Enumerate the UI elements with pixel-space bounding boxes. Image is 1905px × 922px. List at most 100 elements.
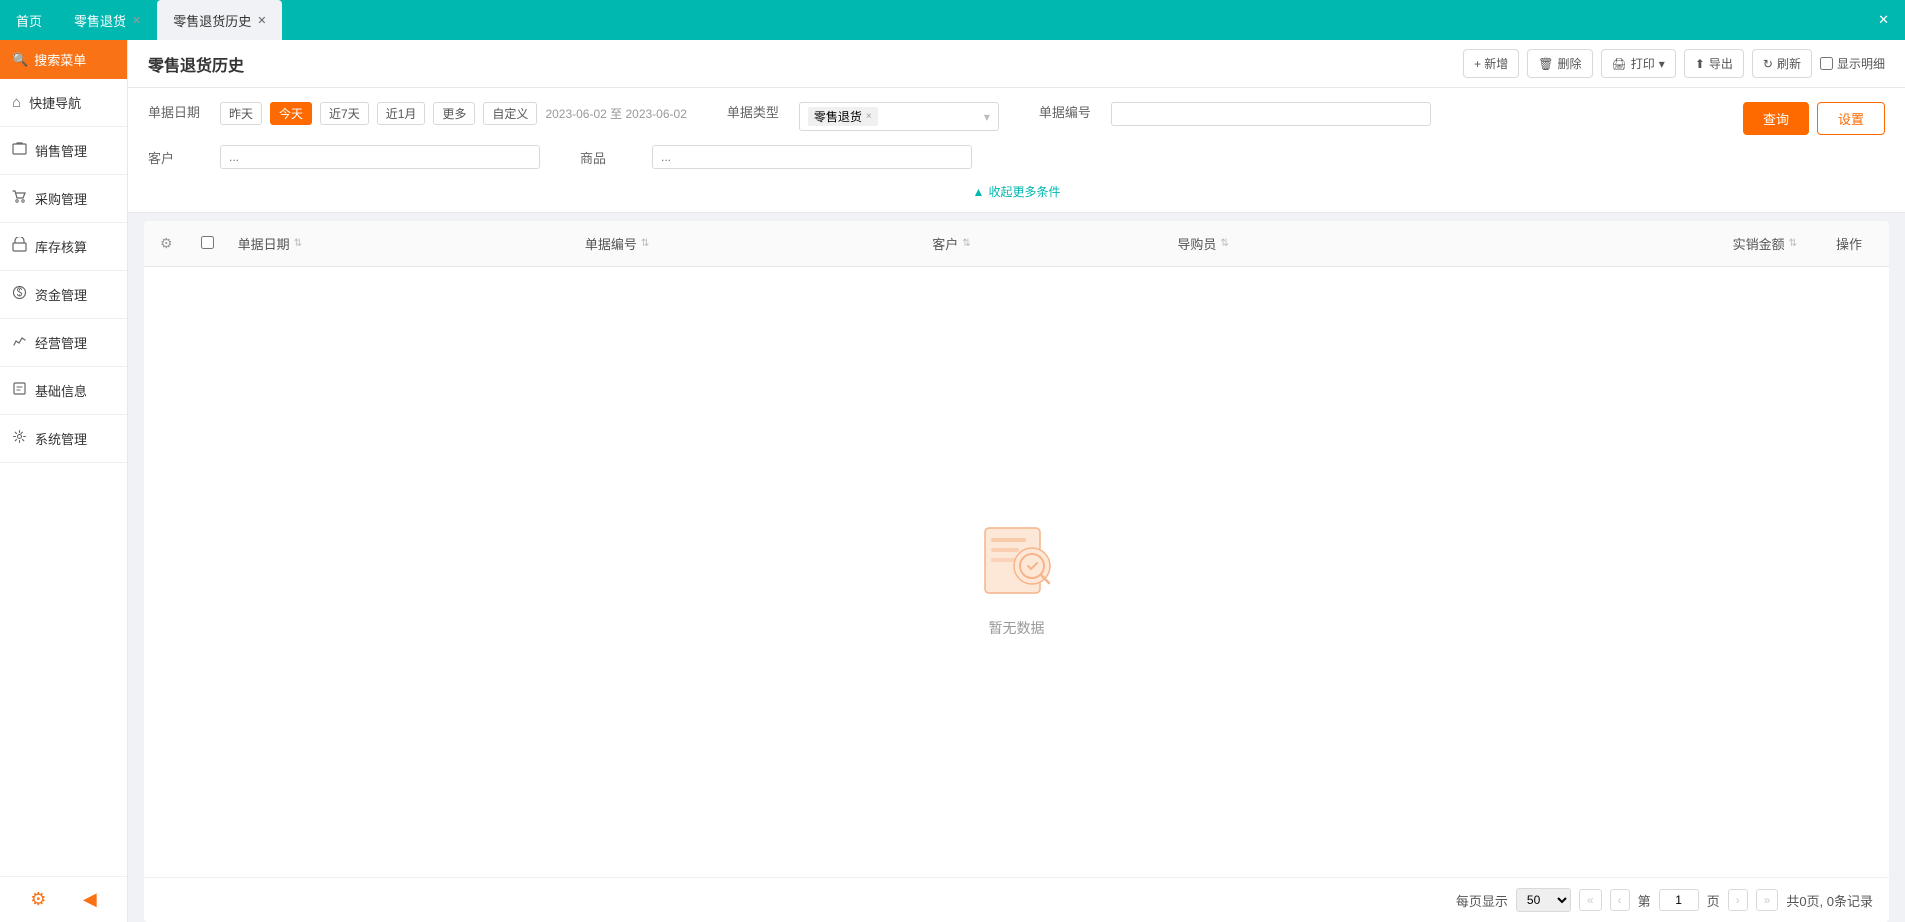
sidebar-search[interactable]: 🔍 搜索菜单 — [0, 40, 127, 79]
empty-icon — [967, 506, 1067, 606]
th-settings: ⚙ — [144, 221, 189, 267]
date-btn-more[interactable]: 更多 — [433, 102, 475, 125]
th-guide: 导购员 ⇅ — [1165, 221, 1461, 267]
sort-docno-icon: ⇅ — [641, 238, 649, 249]
show-detail-input[interactable] — [1820, 57, 1833, 70]
settings-button[interactable]: 设置 — [1817, 102, 1885, 135]
first-page-btn[interactable]: « — [1579, 889, 1602, 911]
goods-filter-input[interactable] — [652, 145, 972, 169]
next-page-btn[interactable]: › — [1728, 889, 1748, 911]
sort-docno-btn[interactable]: 单据编号 ⇅ — [585, 234, 908, 253]
show-detail-checkbox[interactable]: 显示明细 — [1820, 55, 1885, 72]
sidebar-item-finance[interactable]: 资金管理 — [0, 271, 127, 319]
sort-amount-btn[interactable]: 实销金额 ⇅ — [1474, 234, 1797, 253]
sidebar-item-basic-info[interactable]: 基础信息 — [0, 367, 127, 415]
last-page-btn[interactable]: » — [1756, 889, 1779, 911]
type-filter-select[interactable]: 零售退货 × ▾ — [799, 102, 999, 131]
export-button[interactable]: ⬆ 导出 — [1684, 49, 1744, 78]
tab-close-retail-return-history[interactable]: ✕ — [257, 14, 266, 27]
customer-filter-label: 客户 — [148, 148, 204, 167]
print-button[interactable]: 🖨 打印 ▾ — [1601, 49, 1676, 78]
empty-state: 暂无数据 — [144, 267, 1889, 877]
sort-date-icon: ⇅ — [294, 238, 302, 249]
th-docno: 单据编号 ⇅ — [573, 221, 920, 267]
inventory-icon — [12, 237, 27, 256]
page-number-input[interactable] — [1659, 889, 1699, 911]
sales-icon — [12, 141, 27, 160]
sort-guide-btn[interactable]: 导购员 ⇅ — [1177, 234, 1449, 253]
tab-close-retail-return[interactable]: ✕ — [132, 14, 141, 27]
th-checkbox — [189, 221, 226, 267]
sidebar-bottom: ⚙ ◀ — [0, 876, 127, 922]
type-tag: 零售退货 × — [808, 107, 878, 126]
tab-retail-return[interactable]: 零售退货 ✕ — [58, 0, 157, 40]
sort-guide-icon: ⇅ — [1220, 238, 1228, 249]
basic-info-icon — [12, 381, 27, 400]
sidebar-item-sales[interactable]: 销售管理 — [0, 127, 127, 175]
home-icon: ⌂ — [12, 94, 21, 111]
sidebar-item-purchase[interactable]: 采购管理 — [0, 175, 127, 223]
system-icon — [12, 429, 27, 448]
date-btn-yesterday[interactable]: 昨天 — [220, 102, 262, 125]
sidebar-item-system[interactable]: 系统管理 — [0, 415, 127, 463]
tab-home[interactable]: 首页 — [0, 0, 58, 40]
print-dropdown-icon: ▾ — [1659, 57, 1665, 71]
date-filter-label: 单据日期 — [148, 102, 204, 121]
query-button[interactable]: 查询 — [1743, 102, 1809, 135]
th-customer: 客户 ⇅ — [920, 221, 1165, 267]
sidebar-settings-icon[interactable]: ⚙ — [30, 889, 46, 910]
th-date: 单据日期 ⇅ — [226, 221, 573, 267]
date-btn-last7[interactable]: 近7天 — [320, 102, 369, 125]
date-btn-last1month[interactable]: 近1月 — [377, 102, 426, 125]
total-info: 共0页, 0条记录 — [1786, 891, 1873, 910]
date-btn-custom[interactable]: 自定义 — [483, 102, 537, 125]
finance-icon — [12, 285, 27, 304]
table-header-row: ⚙ 单据日期 ⇅ — [144, 221, 1889, 267]
content-area: 零售退货历史 + 新增 🗑 删除 🖨 打印 ▾ ⬆ 导出 — [128, 40, 1905, 922]
topbar-window-close[interactable]: ✕ — [1878, 12, 1905, 28]
sort-date-btn[interactable]: 单据日期 ⇅ — [238, 234, 561, 253]
filter-area: 单据日期 昨天 今天 近7天 近1月 — [128, 88, 1905, 213]
sidebar-item-operation[interactable]: 经营管理 — [0, 319, 127, 367]
th-action: 操作 — [1809, 221, 1889, 267]
query-actions: 查询 设置 — [1743, 102, 1885, 135]
top-tab-bar: 首页 零售退货 ✕ 零售退货历史 ✕ ✕ — [0, 0, 1905, 40]
type-filter-label: 单据类型 — [727, 102, 783, 121]
delete-icon: 🗑 — [1538, 57, 1553, 71]
purchase-icon — [12, 189, 27, 208]
sidebar-toggle-icon[interactable]: ◀ — [83, 889, 97, 910]
prev-page-btn[interactable]: ‹ — [1610, 889, 1630, 911]
refresh-button[interactable]: ↻ 刷新 — [1752, 49, 1812, 78]
customer-filter-input[interactable] — [220, 145, 540, 169]
page-header: 零售退货历史 + 新增 🗑 删除 🖨 打印 ▾ ⬆ 导出 — [128, 40, 1905, 88]
collapse-filter-btn[interactable]: ▲ 收起更多条件 — [973, 179, 1061, 204]
docno-filter-input[interactable] — [1111, 102, 1431, 126]
filter-row-1: 单据日期 昨天 今天 近7天 近1月 — [148, 102, 1885, 135]
sort-customer-icon: ⇅ — [962, 238, 970, 249]
print-icon: 🖨 — [1612, 57, 1627, 71]
date-range-display: 2023-06-02 至 2023-06-02 — [545, 105, 686, 122]
sidebar-item-inventory[interactable]: 库存核算 — [0, 223, 127, 271]
docno-filter-label: 单据编号 — [1039, 102, 1095, 121]
date-btn-today[interactable]: 今天 — [270, 102, 312, 125]
table-area: ⚙ 单据日期 ⇅ — [144, 221, 1889, 922]
sort-customer-btn[interactable]: 客户 ⇅ — [932, 234, 1153, 253]
table-column-settings-btn[interactable]: ⚙ — [156, 231, 177, 256]
select-all-checkbox[interactable] — [201, 236, 214, 249]
refresh-icon: ↻ — [1763, 57, 1773, 71]
pagination: 每页显示 50 20 100 « ‹ 第 页 › » 共0页, 0条记录 — [144, 877, 1889, 922]
page-actions: + 新增 🗑 删除 🖨 打印 ▾ ⬆ 导出 ↻ 刷新 — [1463, 49, 1885, 78]
sidebar-item-quick-nav[interactable]: ⌂ 快捷导航 — [0, 79, 127, 127]
tab-retail-return-history[interactable]: 零售退货历史 ✕ — [157, 0, 282, 40]
new-button[interactable]: + 新增 — [1463, 49, 1519, 78]
sort-amount-icon: ⇅ — [1789, 238, 1797, 249]
type-tag-close[interactable]: × — [866, 111, 872, 122]
search-icon: 🔍 — [12, 52, 28, 68]
operation-icon — [12, 333, 27, 352]
delete-button[interactable]: 🗑 删除 — [1527, 49, 1592, 78]
per-page-select[interactable]: 50 20 100 — [1516, 888, 1571, 912]
date-filter: 昨天 今天 近7天 近1月 更多 — [220, 102, 687, 125]
collapse-icon: ▲ — [973, 185, 985, 199]
page-title: 零售退货历史 — [148, 52, 244, 76]
export-icon: ⬆ — [1695, 57, 1705, 71]
